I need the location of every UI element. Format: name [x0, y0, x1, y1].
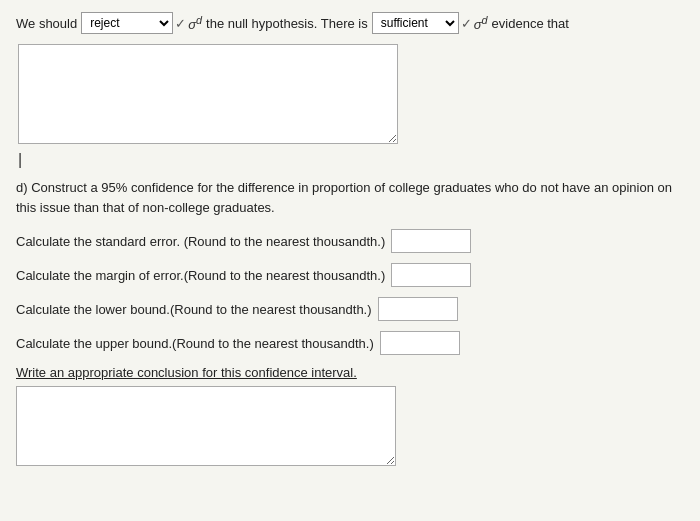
evidence-dropdown-wrapper: sufficient insufficient ✓ σd — [372, 12, 488, 34]
margin-of-error-label: Calculate the margin of error.(Round to … — [16, 268, 385, 283]
decision-check-icon: ✓ — [175, 16, 186, 31]
part-d-heading: d) Construct a 95% confidence for the di… — [16, 178, 684, 217]
decision-dropdown-wrapper: reject fail to reject ✓ σd — [81, 12, 202, 34]
evidence-dropdown[interactable]: sufficient insufficient — [372, 12, 459, 34]
we-should-label: We should — [16, 16, 77, 31]
standard-error-label: Calculate the standard error. (Round to … — [16, 234, 385, 249]
lower-bound-label: Calculate the lower bound.(Round to the … — [16, 302, 372, 317]
lower-bound-row: Calculate the lower bound.(Round to the … — [16, 297, 684, 321]
evidence-check-icon: ✓ — [461, 16, 472, 31]
conclusion-textarea[interactable] — [16, 386, 396, 466]
standard-error-row: Calculate the standard error. (Round to … — [16, 229, 684, 253]
decision-dropdown[interactable]: reject fail to reject — [81, 12, 173, 34]
evidence-label: evidence that — [492, 16, 569, 31]
the-null-label: the null hypothesis. There is — [206, 16, 368, 31]
cursor-line: | — [18, 152, 684, 168]
evidence-sigma-icon: σd — [474, 14, 488, 32]
standard-error-input[interactable] — [391, 229, 471, 253]
lower-bound-input[interactable] — [378, 297, 458, 321]
upper-bound-row: Calculate the upper bound.(Round to the … — [16, 331, 684, 355]
conclusion-label: Write an appropriate conclusion for this… — [16, 365, 684, 380]
upper-bound-input[interactable] — [380, 331, 460, 355]
upper-bound-label: Calculate the upper bound.(Round to the … — [16, 336, 374, 351]
decision-sigma-icon: σd — [188, 14, 202, 32]
margin-of-error-input[interactable] — [391, 263, 471, 287]
margin-of-error-row: Calculate the margin of error.(Round to … — [16, 263, 684, 287]
top-row: We should reject fail to reject ✓ σd the… — [16, 12, 684, 34]
hypothesis-conclusion-textarea[interactable] — [18, 44, 398, 144]
